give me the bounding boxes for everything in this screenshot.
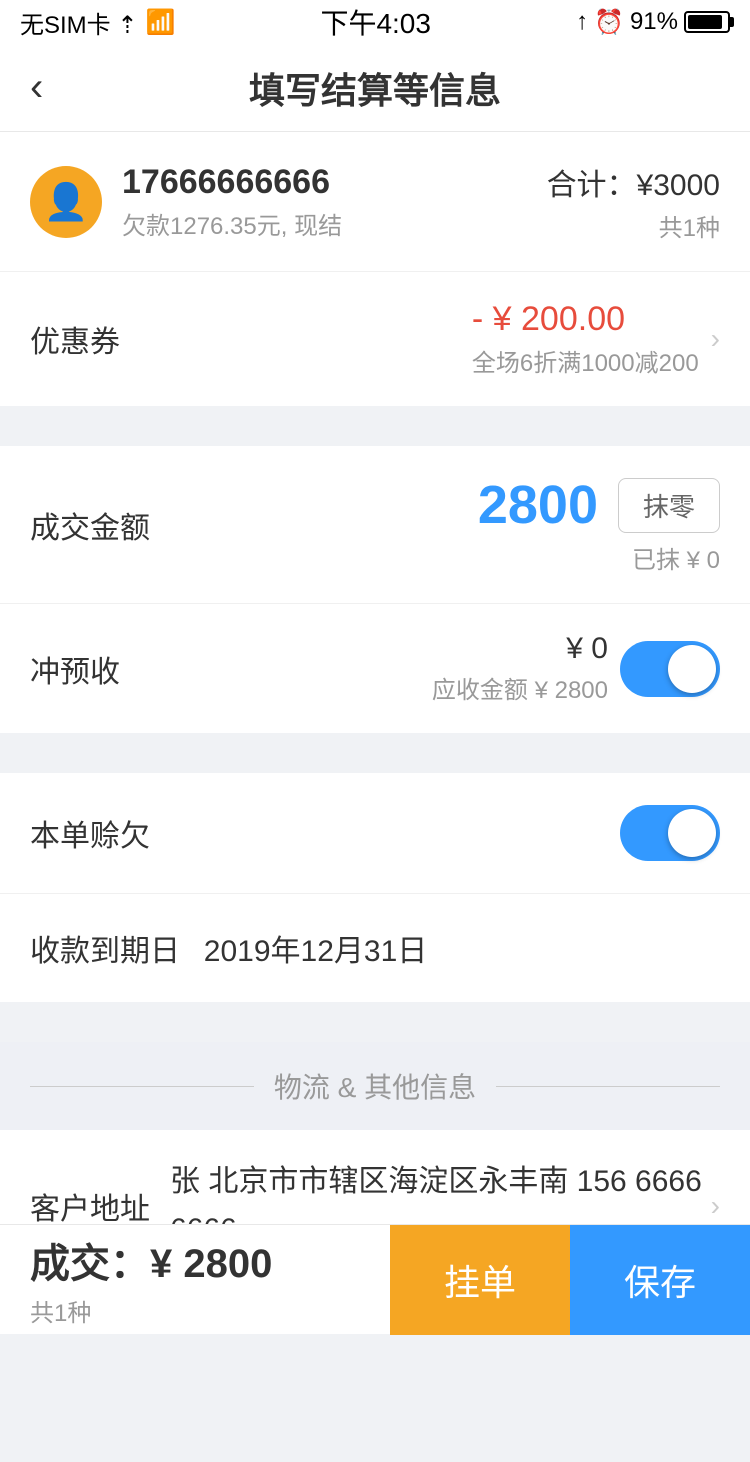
deal-amount-label: 成交金额 bbox=[30, 503, 150, 547]
avatar: 👤 bbox=[30, 166, 102, 238]
deal-amount-sub: 已抹 ¥ 0 bbox=[478, 540, 720, 575]
status-left: 无SIM卡 ⇡ 📶 bbox=[20, 5, 175, 40]
customer-count: 共1种 bbox=[547, 208, 720, 243]
gray-spacer-1 bbox=[0, 426, 750, 446]
coupon-info: - ¥ 200.00 全场6折满1000减200 bbox=[472, 300, 699, 378]
status-time: 下午4:03 bbox=[320, 2, 431, 42]
back-button[interactable]: ‹ bbox=[30, 65, 90, 110]
chevron-right-icon: › bbox=[711, 323, 720, 355]
coupon-right: - ¥ 200.00 全场6折满1000减200 › bbox=[472, 300, 720, 378]
address-chevron-icon: › bbox=[711, 1190, 720, 1222]
gray-spacer-2 bbox=[0, 753, 750, 773]
nav-bar: ‹ 填写结算等信息 bbox=[0, 44, 750, 132]
deal-amount-value: 2800 bbox=[478, 474, 598, 536]
debt-label: 本单赊欠 bbox=[30, 811, 150, 855]
prepayment-row: 冲预收 ¥ 0 应收金额 ¥ 2800 bbox=[0, 604, 750, 733]
customer-sub: 欠款1276.35元, 现结 bbox=[122, 206, 342, 241]
deal-amount-row: 成交金额 2800 抹零 已抹 ¥ 0 bbox=[0, 446, 750, 604]
due-date-label: 收款到期日 bbox=[30, 935, 180, 968]
status-bar: 无SIM卡 ⇡ 📶 下午4:03 ↑ ⏰ 91% bbox=[0, 0, 750, 44]
logistics-divider-text: 物流 & 其他信息 bbox=[274, 1066, 476, 1106]
prepayment-right: ¥ 0 应收金额 ¥ 2800 bbox=[432, 632, 720, 705]
customer-row: 👤 17666666666 欠款1276.35元, 现结 合计：¥3000 共1… bbox=[0, 132, 750, 271]
due-date-row: 收款到期日 2019年12月31日 bbox=[0, 893, 750, 1002]
prepayment-label: 冲预收 bbox=[30, 647, 120, 691]
customer-section: 👤 17666666666 欠款1276.35元, 现结 合计：¥3000 共1… bbox=[0, 132, 750, 406]
coupon-desc: 全场6折满1000减200 bbox=[472, 343, 699, 378]
status-right: ↑ ⏰ 91% bbox=[576, 8, 730, 37]
bottom-summary: 成交：¥ 2800 共1种 bbox=[0, 1231, 390, 1328]
prepayment-amount: ¥ 0 bbox=[432, 632, 608, 666]
bottom-bar: 成交：¥ 2800 共1种 挂单 保存 bbox=[0, 1224, 750, 1334]
bottom-count: 共1种 bbox=[30, 1293, 360, 1328]
alarm-icon: ⏰ bbox=[594, 8, 624, 37]
address-label: 客户地址 bbox=[30, 1184, 150, 1228]
battery-icon bbox=[684, 11, 730, 33]
customer-left: 👤 17666666666 欠款1276.35元, 现结 bbox=[30, 163, 342, 241]
debt-row: 本单赊欠 bbox=[0, 773, 750, 893]
coupon-discount: - ¥ 200.00 bbox=[472, 300, 699, 339]
wifi-icon: 📶 bbox=[145, 8, 175, 37]
bottom-summary-label: 成交： bbox=[30, 1242, 150, 1286]
customer-info: 17666666666 欠款1276.35元, 现结 bbox=[122, 163, 342, 241]
bottom-summary-amount: ¥ 2800 bbox=[150, 1242, 272, 1286]
prepayment-sub: 应收金额 ¥ 2800 bbox=[432, 670, 608, 705]
coupon-label: 优惠券 bbox=[30, 317, 120, 361]
toggle-knob bbox=[668, 645, 716, 693]
debt-toggle[interactable] bbox=[620, 805, 720, 861]
prepayment-toggle[interactable] bbox=[620, 641, 720, 697]
bottom-total: 成交：¥ 2800 bbox=[30, 1231, 360, 1289]
save-button[interactable]: 保存 bbox=[570, 1225, 750, 1335]
due-date-value: 2019年12月31日 bbox=[204, 935, 427, 968]
page-title: 填写结算等信息 bbox=[90, 62, 660, 114]
coupon-row[interactable]: 优惠券 - ¥ 200.00 全场6折满1000减200 › bbox=[0, 271, 750, 406]
debt-toggle-knob bbox=[668, 809, 716, 857]
customer-right: 合计：¥3000 共1种 bbox=[547, 160, 720, 243]
customer-total: 合计：¥3000 bbox=[547, 160, 720, 204]
debt-section: 本单赊欠 收款到期日 2019年12月31日 bbox=[0, 773, 750, 1002]
sim-label: 无SIM卡 ⇡ bbox=[20, 5, 137, 40]
location-icon: ↑ bbox=[576, 8, 588, 36]
hang-button[interactable]: 挂单 bbox=[390, 1225, 570, 1335]
prepayment-amount-wrap: ¥ 0 应收金额 ¥ 2800 bbox=[432, 632, 608, 705]
round-zero-button[interactable]: 抹零 bbox=[618, 478, 720, 533]
battery-percent: 91% bbox=[630, 8, 678, 36]
deal-amount-value-wrap: 2800 抹零 bbox=[478, 474, 720, 536]
customer-phone: 17666666666 bbox=[122, 163, 342, 202]
deal-amount-right: 2800 抹零 已抹 ¥ 0 bbox=[478, 474, 720, 575]
deal-section: 成交金额 2800 抹零 已抹 ¥ 0 冲预收 ¥ 0 应收金额 ¥ 2800 bbox=[0, 446, 750, 733]
gray-spacer-3 bbox=[0, 1022, 750, 1042]
divider-line-right bbox=[496, 1086, 720, 1087]
divider-line-left bbox=[30, 1086, 254, 1087]
logistics-divider: 物流 & 其他信息 bbox=[0, 1042, 750, 1130]
avatar-icon: 👤 bbox=[44, 181, 89, 223]
